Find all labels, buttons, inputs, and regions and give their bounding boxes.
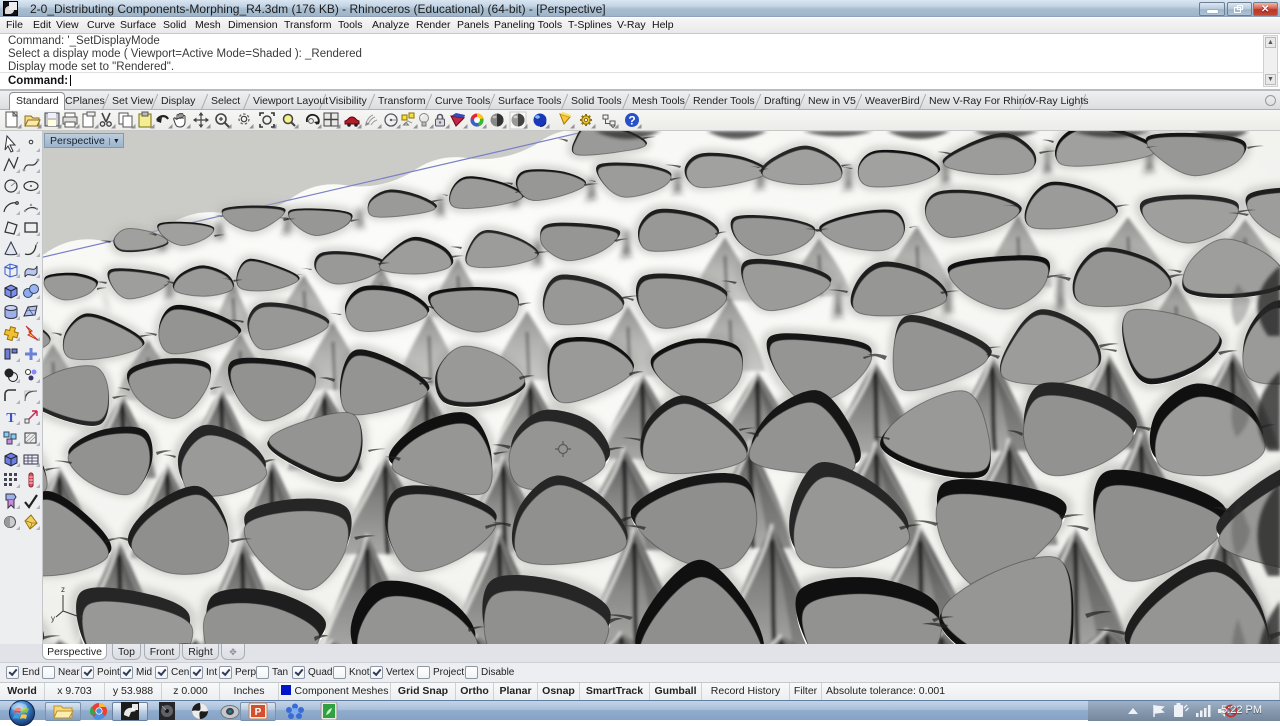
svg-text:x: x (79, 612, 83, 621)
svg-text:z: z (61, 585, 65, 594)
svg-text:?: ? (628, 114, 635, 128)
svg-text:P: P (255, 707, 262, 718)
svg-text:y: y (51, 614, 55, 623)
svg-text:T: T (6, 411, 16, 426)
